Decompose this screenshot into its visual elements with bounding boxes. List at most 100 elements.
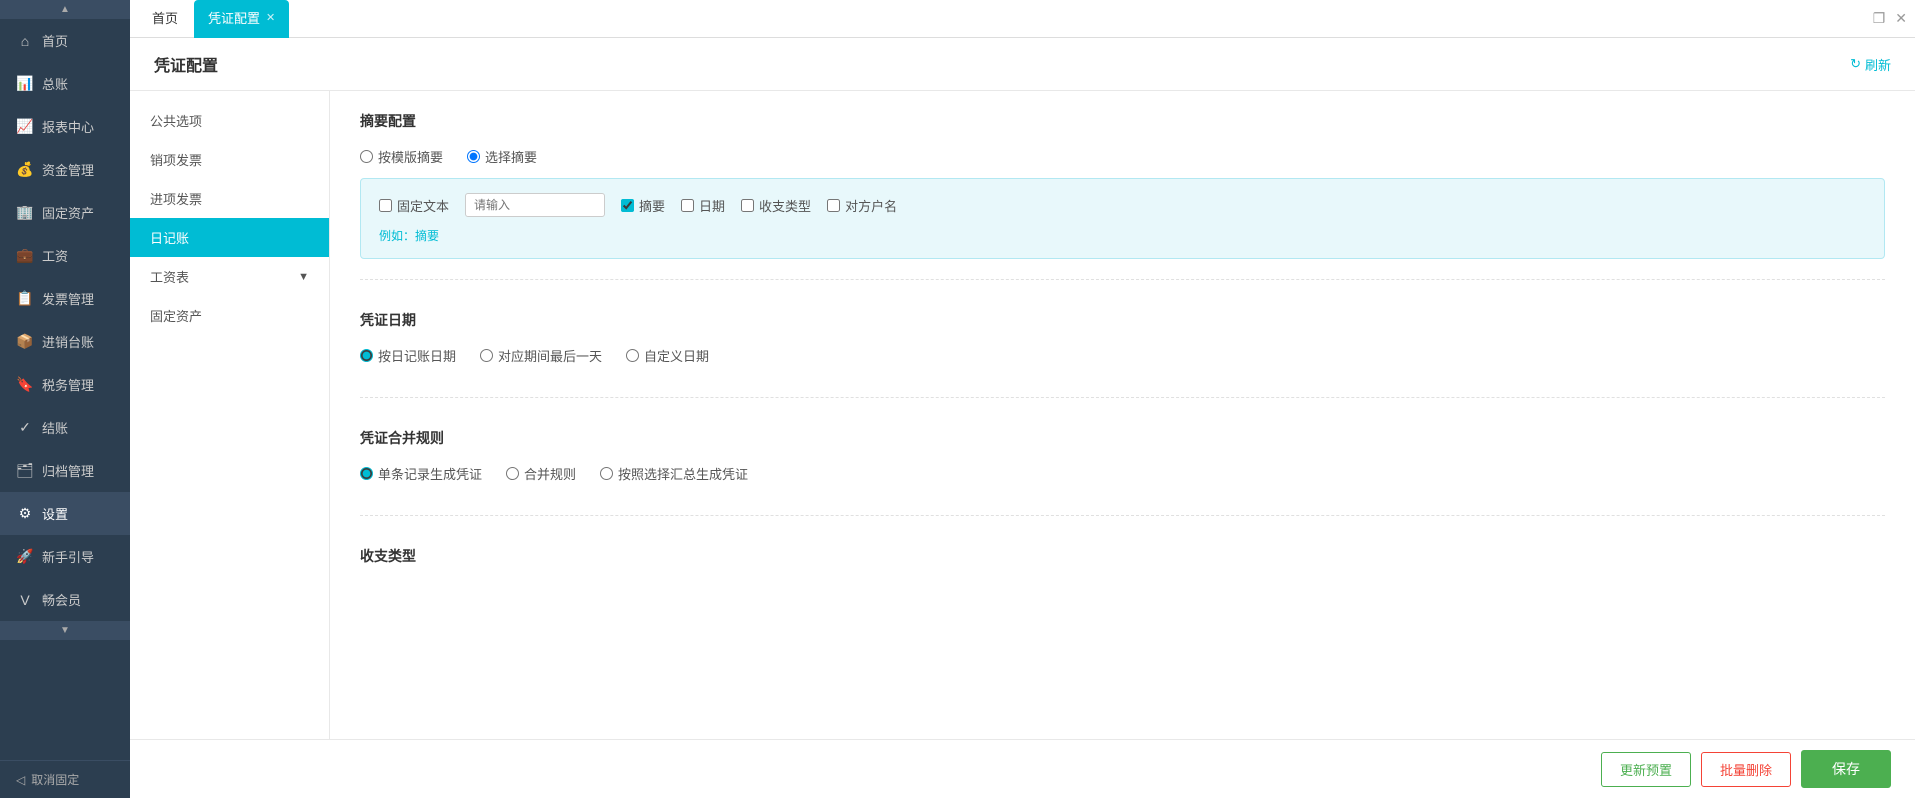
- checkbox-counterparty-input[interactable]: [827, 199, 840, 212]
- invoice-icon: 📋: [16, 290, 34, 307]
- sidebar-item-home-label: 首页: [42, 31, 68, 50]
- sidebar-item-member[interactable]: V 畅会员: [0, 578, 130, 621]
- batch-delete-button[interactable]: 批量删除: [1701, 752, 1791, 787]
- chevron-down-icon: ▼: [298, 271, 309, 283]
- voucher-date-radio-period-input[interactable]: [480, 349, 493, 362]
- save-button[interactable]: 保存: [1801, 750, 1891, 788]
- checkbox-date-input[interactable]: [681, 199, 694, 212]
- merge-rule-radio-summary-input[interactable]: [600, 467, 613, 480]
- left-nav-fixed-asset[interactable]: 固定资产: [130, 296, 329, 335]
- voucher-date-radio-custom[interactable]: 自定义日期: [626, 346, 709, 365]
- tab-close-icon[interactable]: ✕: [266, 11, 275, 24]
- voucher-date-radio-period-label: 对应期间最后一天: [498, 346, 602, 365]
- fixed-text-input[interactable]: [465, 193, 605, 217]
- voucher-date-title: 凭证日期: [360, 310, 1885, 330]
- close-accounts-icon: ✓: [16, 419, 34, 436]
- abstract-radio-select-input[interactable]: [467, 150, 480, 163]
- archive-icon: 🗂: [16, 462, 34, 479]
- sidebar-item-payroll[interactable]: 💼 工资: [0, 234, 130, 277]
- guide-icon: 🚀: [16, 548, 34, 565]
- checkbox-abstract-label: 摘要: [639, 196, 665, 215]
- sidebar-scroll-up[interactable]: ▲: [0, 0, 130, 19]
- merge-rule-section: 凭证合并规则 单条记录生成凭证 合并规则 按照选择汇总生成凭证: [360, 428, 1885, 516]
- merge-rule-radio-summary[interactable]: 按照选择汇总生成凭证: [600, 464, 748, 483]
- restore-window-icon[interactable]: ❐: [1873, 10, 1886, 27]
- checkbox-income-type[interactable]: 收支类型: [741, 196, 811, 215]
- merge-rule-radio-merge-label: 合并规则: [524, 464, 576, 483]
- sidebar-item-funds-label: 资金管理: [42, 160, 94, 179]
- close-window-icon[interactable]: ✕: [1895, 10, 1907, 27]
- tab-bar: 首页 凭证配置 ✕ ❐ ✕: [130, 0, 1915, 38]
- sidebar-item-settings-label: 设置: [42, 504, 68, 523]
- abstract-radio-template[interactable]: 按模版摘要: [360, 147, 443, 166]
- sidebar-item-tax[interactable]: 🔖 税务管理: [0, 363, 130, 406]
- merge-rule-radio-summary-label: 按照选择汇总生成凭证: [618, 464, 748, 483]
- income-type-title: 收支类型: [360, 546, 1885, 566]
- left-nav-sales-label: 销项发票: [150, 150, 202, 169]
- sidebar-item-payroll-label: 工资: [42, 246, 68, 265]
- checkbox-fixed-text[interactable]: 固定文本: [379, 196, 449, 215]
- update-preview-button[interactable]: 更新预置: [1601, 752, 1691, 787]
- tab-home-label: 首页: [152, 8, 178, 27]
- payroll-icon: 💼: [16, 247, 34, 264]
- sidebar-item-report[interactable]: 📈 报表中心: [0, 105, 130, 148]
- tax-icon: 🔖: [16, 376, 34, 393]
- merge-rule-radio-single[interactable]: 单条记录生成凭证: [360, 464, 482, 483]
- left-nav-sales[interactable]: 销项发票: [130, 140, 329, 179]
- sidebar-item-invoice-label: 发票管理: [42, 289, 94, 308]
- fixed-assets-icon: 🏢: [16, 204, 34, 221]
- left-nav-public[interactable]: 公共选项: [130, 101, 329, 140]
- sidebar-item-guide[interactable]: 🚀 新手引导: [0, 535, 130, 578]
- voucher-date-radio-period[interactable]: 对应期间最后一天: [480, 346, 602, 365]
- tab-voucher-config[interactable]: 凭证配置 ✕: [194, 0, 289, 38]
- abstract-section: 摘要配置 按模版摘要 选择摘要: [360, 111, 1885, 280]
- sidebar-item-ledger-label: 总账: [42, 74, 68, 93]
- sidebar-item-purchase-sale[interactable]: 📦 进销台账: [0, 320, 130, 363]
- left-nav-purchase[interactable]: 进项发票: [130, 179, 329, 218]
- checkbox-counterparty[interactable]: 对方户名: [827, 196, 897, 215]
- sidebar-item-fixed-assets[interactable]: 🏢 固定资产: [0, 191, 130, 234]
- voucher-date-radio-custom-input[interactable]: [626, 349, 639, 362]
- checkbox-date-label: 日期: [699, 196, 725, 215]
- tab-bar-controls: ❐ ✕: [1873, 10, 1907, 27]
- checkbox-abstract-input[interactable]: [621, 199, 634, 212]
- refresh-label: 刷新: [1865, 55, 1891, 74]
- right-content: 摘要配置 按模版摘要 选择摘要: [330, 91, 1915, 739]
- sidebar-item-close[interactable]: ✓ 结账: [0, 406, 130, 449]
- left-nav-payroll-table[interactable]: 工资表 ▼: [130, 257, 329, 296]
- sidebar-unpin-button[interactable]: ◁ 取消固定: [0, 760, 130, 798]
- voucher-date-radio-journal-input[interactable]: [360, 349, 373, 362]
- abstract-example: 例如：摘要: [379, 227, 1866, 244]
- sidebar-item-fixed-assets-label: 固定资产: [42, 203, 94, 222]
- unpin-label: 取消固定: [31, 771, 79, 788]
- sidebar-item-funds[interactable]: 💰 资金管理: [0, 148, 130, 191]
- checkbox-income-type-input[interactable]: [741, 199, 754, 212]
- sidebar-item-member-label: 畅会员: [42, 590, 81, 609]
- merge-rule-radio-single-input[interactable]: [360, 467, 373, 480]
- page-title: 凭证配置: [154, 52, 218, 76]
- voucher-date-radio-journal-label: 按日记账日期: [378, 346, 456, 365]
- abstract-radio-template-label: 按模版摘要: [378, 147, 443, 166]
- merge-rule-radio-merge[interactable]: 合并规则: [506, 464, 576, 483]
- ledger-icon: 📊: [16, 75, 34, 92]
- abstract-radio-template-input[interactable]: [360, 150, 373, 163]
- checkbox-fixed-text-input[interactable]: [379, 199, 392, 212]
- merge-rule-radio-group: 单条记录生成凭证 合并规则 按照选择汇总生成凭证: [360, 464, 1885, 483]
- sidebar-item-invoice[interactable]: 📋 发票管理: [0, 277, 130, 320]
- sidebar-item-settings[interactable]: ⚙ 设置: [0, 492, 130, 535]
- voucher-date-radio-journal[interactable]: 按日记账日期: [360, 346, 456, 365]
- checkbox-date[interactable]: 日期: [681, 196, 725, 215]
- page-header: 凭证配置 ↻ 刷新: [130, 38, 1915, 91]
- voucher-date-radio-group: 按日记账日期 对应期间最后一天 自定义日期: [360, 346, 1885, 365]
- sidebar-item-ledger[interactable]: 📊 总账: [0, 62, 130, 105]
- tab-home[interactable]: 首页: [138, 0, 192, 38]
- refresh-button[interactable]: ↻ 刷新: [1850, 55, 1891, 74]
- abstract-radio-select[interactable]: 选择摘要: [467, 147, 537, 166]
- main-area: 首页 凭证配置 ✕ ❐ ✕ 凭证配置 ↻ 刷新 公共选项: [130, 0, 1915, 798]
- left-nav-journal[interactable]: 日记账: [130, 218, 329, 257]
- merge-rule-radio-merge-input[interactable]: [506, 467, 519, 480]
- sidebar-item-home[interactable]: ⌂ 首页: [0, 19, 130, 62]
- sidebar-item-archive[interactable]: 🗂 归档管理: [0, 449, 130, 492]
- checkbox-abstract[interactable]: 摘要: [621, 196, 665, 215]
- sidebar-scroll-down[interactable]: ▼: [0, 621, 130, 640]
